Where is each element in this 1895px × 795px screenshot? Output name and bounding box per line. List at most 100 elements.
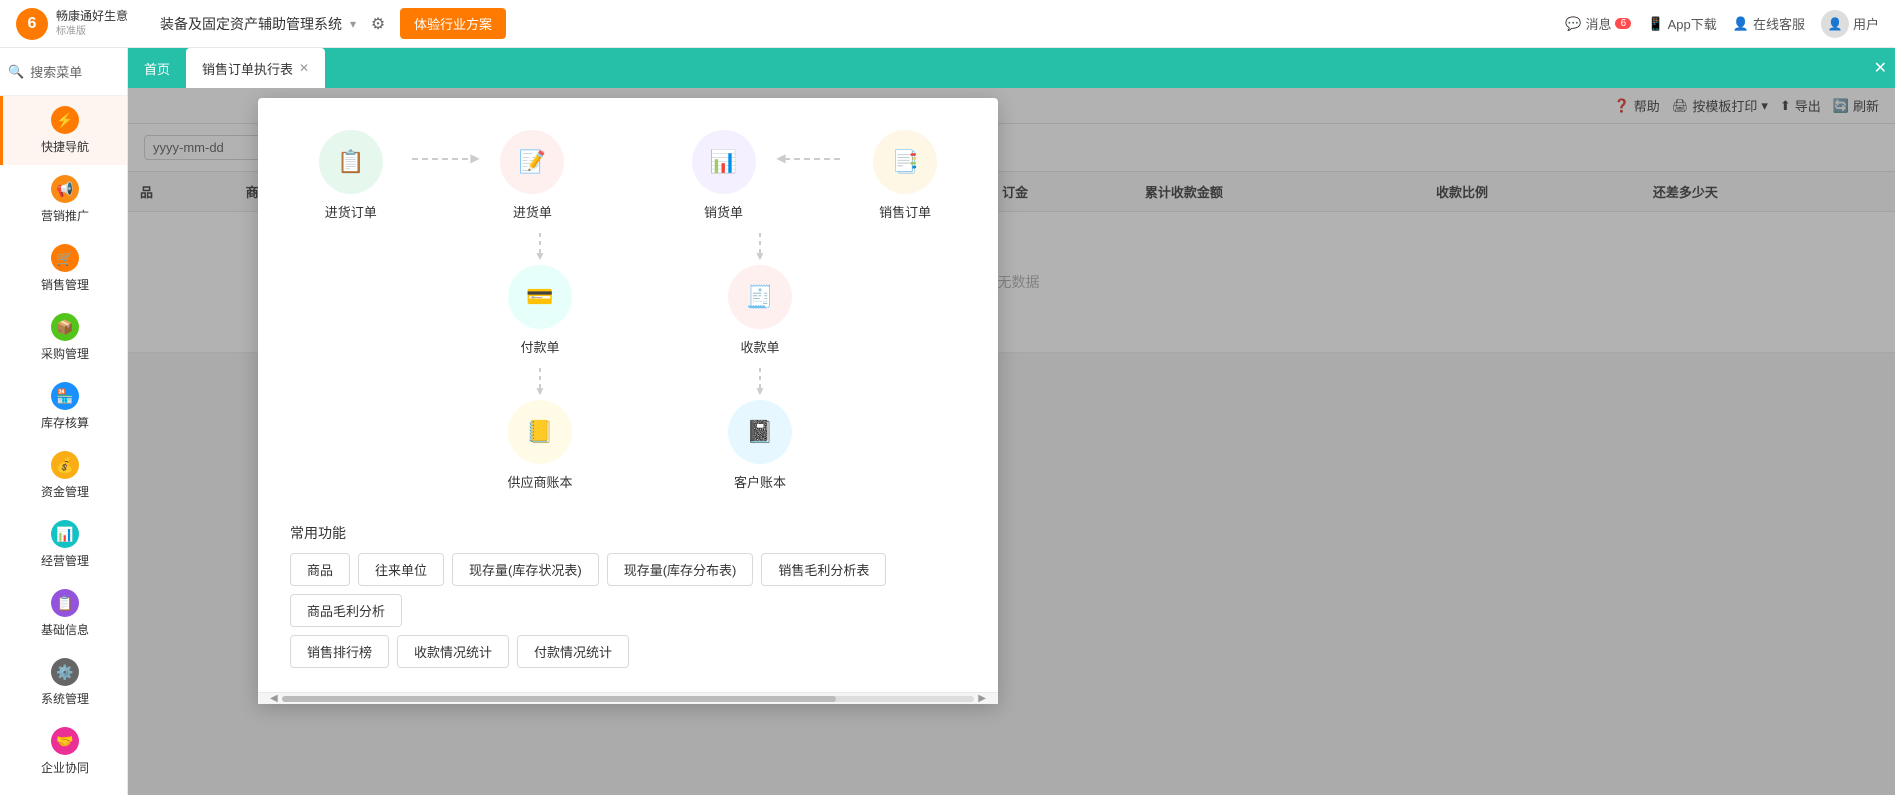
supplier-account-label: 供应商账本 bbox=[507, 472, 572, 491]
btn-goods-profit[interactable]: 商品毛利分析 bbox=[290, 594, 402, 627]
flow-item-receipt-bill[interactable]: 🧾 收款单 bbox=[690, 265, 830, 356]
common-btns-row2: 销售排行榜 收款情况统计 付款情况统计 bbox=[290, 635, 966, 668]
btn-stock-status[interactable]: 现存量(库存状况表) bbox=[452, 553, 599, 586]
purchase-bill-circle: 📝 bbox=[500, 130, 564, 194]
flow-item-supplier-account[interactable]: 📒 供应商账本 bbox=[470, 400, 610, 491]
arrow-v-line-3 bbox=[539, 368, 541, 388]
modal-overlay: 📋 进货订单 📝 bbox=[128, 88, 1895, 795]
flow-item-payment-bill[interactable]: 💳 付款单 bbox=[470, 265, 610, 356]
message-icon: 💬 bbox=[1565, 16, 1581, 32]
arrow-v-line-1 bbox=[539, 233, 541, 253]
sidebar-label-marketing: 营销推广 bbox=[41, 207, 89, 224]
user-avatar-btn[interactable]: 👤 用户 bbox=[1821, 10, 1879, 38]
sidebar-label-operation: 经营管理 bbox=[41, 552, 89, 569]
flow-row-arrows2 bbox=[290, 364, 966, 392]
system-dropdown-icon[interactable]: ▾ bbox=[350, 17, 356, 31]
marketing-icon: 📢 bbox=[51, 175, 79, 203]
tab-home[interactable]: 首页 bbox=[128, 48, 186, 88]
btn-sales-profit[interactable]: 销售毛利分析表 bbox=[761, 553, 886, 586]
sidebar-label-quick-nav: 快捷导航 bbox=[41, 138, 89, 155]
arrow-h-line-2 bbox=[784, 158, 844, 160]
content-area: 首页 销售订单执行表 ✕ ✕ ❓ 帮助 🖨 按模板打印 ▾ bbox=[128, 48, 1895, 795]
avatar: 👤 bbox=[1821, 10, 1849, 38]
sidebar-item-inventory[interactable]: 🏪 库存核算 bbox=[0, 372, 127, 441]
sidebar-item-finance[interactable]: 💰 资金管理 bbox=[0, 441, 127, 510]
sales-icon: 🛒 bbox=[51, 244, 79, 272]
receipt-bill-circle: 🧾 bbox=[728, 265, 792, 329]
common-functions-title: 常用功能 bbox=[290, 523, 966, 543]
sidebar-label-sales: 销售管理 bbox=[41, 276, 89, 293]
settings-button[interactable]: ⚙ bbox=[364, 10, 392, 38]
tab-sales-order-exec[interactable]: 销售订单执行表 ✕ bbox=[186, 48, 325, 88]
supplier-account-circle: 📒 bbox=[508, 400, 572, 464]
sales-order-label: 销售订单 bbox=[879, 202, 931, 221]
arrow-v-sales bbox=[690, 229, 830, 257]
operation-icon: 📊 bbox=[51, 520, 79, 548]
flow-section: 📋 进货订单 📝 bbox=[258, 98, 998, 515]
flow-row-middle: 💳 付款单 🧾 收款单 bbox=[290, 265, 966, 356]
tab-bar-close-icon[interactable]: ✕ bbox=[1874, 58, 1887, 78]
scroll-left-icon[interactable]: ◀ bbox=[266, 693, 282, 704]
sales-order-circle: 📑 bbox=[873, 130, 937, 194]
app-download-btn[interactable]: 📱 App下载 bbox=[1647, 14, 1716, 33]
system-name: 装备及固定资产辅助管理系统 bbox=[160, 14, 342, 34]
arrow-v-purchase bbox=[470, 229, 610, 257]
flow-row-arrows bbox=[290, 229, 966, 257]
finance-icon: 💰 bbox=[51, 451, 79, 479]
scroll-right-icon[interactable]: ▶ bbox=[974, 693, 990, 704]
btn-sales-rank[interactable]: 销售排行榜 bbox=[290, 635, 389, 668]
arrow-v-receipt bbox=[690, 364, 830, 392]
main-layout: 🔍 搜索菜单 ⚡ 快捷导航 📢 营销推广 🛒 销售管理 📦 采购管理 🏪 库存核… bbox=[0, 48, 1895, 795]
app-icon: 📱 bbox=[1647, 16, 1663, 32]
header-mid: 装备及固定资产辅助管理系统 ▾ ⚙ 体验行业方案 bbox=[144, 8, 1565, 39]
scroll-track[interactable] bbox=[282, 696, 975, 702]
purchase-order-label: 进货订单 bbox=[325, 202, 377, 221]
logo-icon: 6 bbox=[16, 8, 48, 40]
purchase-icon: 📦 bbox=[51, 313, 79, 341]
logo-area: 6 畅康通好生意 标准版 bbox=[16, 8, 144, 40]
sidebar-label-inventory: 库存核算 bbox=[41, 414, 89, 431]
tab-close-icon[interactable]: ✕ bbox=[299, 61, 309, 75]
flow-item-sales-order[interactable]: 📑 销售订单 bbox=[844, 130, 966, 221]
btn-payment-stat[interactable]: 付款情况统计 bbox=[517, 635, 629, 668]
modal-scrollbar: ◀ ▶ bbox=[258, 692, 998, 704]
common-section: 常用功能 商品 往来单位 现存量(库存状况表) 现存量(库存分布表) 销售毛利分… bbox=[258, 515, 998, 692]
sidebar-item-operation[interactable]: 📊 经营管理 bbox=[0, 510, 127, 579]
arrow-v-line-2 bbox=[759, 233, 761, 253]
payment-bill-circle: 💳 bbox=[508, 265, 572, 329]
customer-account-label: 客户账本 bbox=[734, 472, 786, 491]
message-btn[interactable]: 💬 消息 6 bbox=[1565, 14, 1631, 33]
sidebar-item-basic[interactable]: 📋 基础信息 bbox=[0, 579, 127, 648]
flow-item-customer-account[interactable]: 📓 客户账本 bbox=[690, 400, 830, 491]
flow-row-bottom: 📒 供应商账本 📓 客户账本 bbox=[290, 400, 966, 491]
arrow-purchase-order-to-bill bbox=[412, 130, 472, 160]
flow-modal: 📋 进货订单 📝 bbox=[258, 98, 998, 704]
tab-bar: 首页 销售订单执行表 ✕ ✕ bbox=[128, 48, 1895, 88]
sidebar-item-marketing[interactable]: 📢 营销推广 bbox=[0, 165, 127, 234]
payment-bill-label: 付款单 bbox=[520, 337, 559, 356]
btn-partners[interactable]: 往来单位 bbox=[358, 553, 444, 586]
sidebar-label-system: 系统管理 bbox=[41, 690, 89, 707]
sidebar-item-quick-nav[interactable]: ⚡ 快捷导航 bbox=[0, 96, 127, 165]
btn-receipt-stat[interactable]: 收款情况统计 bbox=[397, 635, 509, 668]
sidebar-item-system[interactable]: ⚙️ 系统管理 bbox=[0, 648, 127, 717]
trial-button[interactable]: 体验行业方案 bbox=[400, 8, 506, 39]
sidebar-item-purchase[interactable]: 📦 采购管理 bbox=[0, 303, 127, 372]
flow-item-purchase-bill[interactable]: 📝 进货单 bbox=[472, 130, 594, 221]
btn-stock-dist[interactable]: 现存量(库存分布表) bbox=[607, 553, 754, 586]
header-right: 💬 消息 6 📱 App下载 👤 在线客服 👤 用户 bbox=[1565, 10, 1879, 38]
btn-goods[interactable]: 商品 bbox=[290, 553, 350, 586]
flow-row-top: 📋 进货订单 📝 bbox=[290, 130, 966, 221]
search-menu-button[interactable]: 🔍 搜索菜单 bbox=[8, 58, 119, 85]
system-icon: ⚙️ bbox=[51, 658, 79, 686]
sidebar-item-sales[interactable]: 🛒 销售管理 bbox=[0, 234, 127, 303]
online-service-btn[interactable]: 👤 在线客服 bbox=[1733, 14, 1805, 33]
sidebar-label-finance: 资金管理 bbox=[41, 483, 89, 500]
sidebar-item-enterprise[interactable]: 🤝 企业协同 bbox=[0, 717, 127, 786]
service-icon: 👤 bbox=[1733, 16, 1749, 32]
flow-item-purchase-order[interactable]: 📋 进货订单 bbox=[290, 130, 412, 221]
scroll-thumb bbox=[282, 696, 836, 702]
flow-item-sales-bill[interactable]: 📊 销货单 bbox=[663, 130, 785, 221]
sidebar-label-purchase: 采购管理 bbox=[41, 345, 89, 362]
sidebar-item-newbie[interactable]: 🎯 新手引导 bbox=[0, 786, 127, 795]
